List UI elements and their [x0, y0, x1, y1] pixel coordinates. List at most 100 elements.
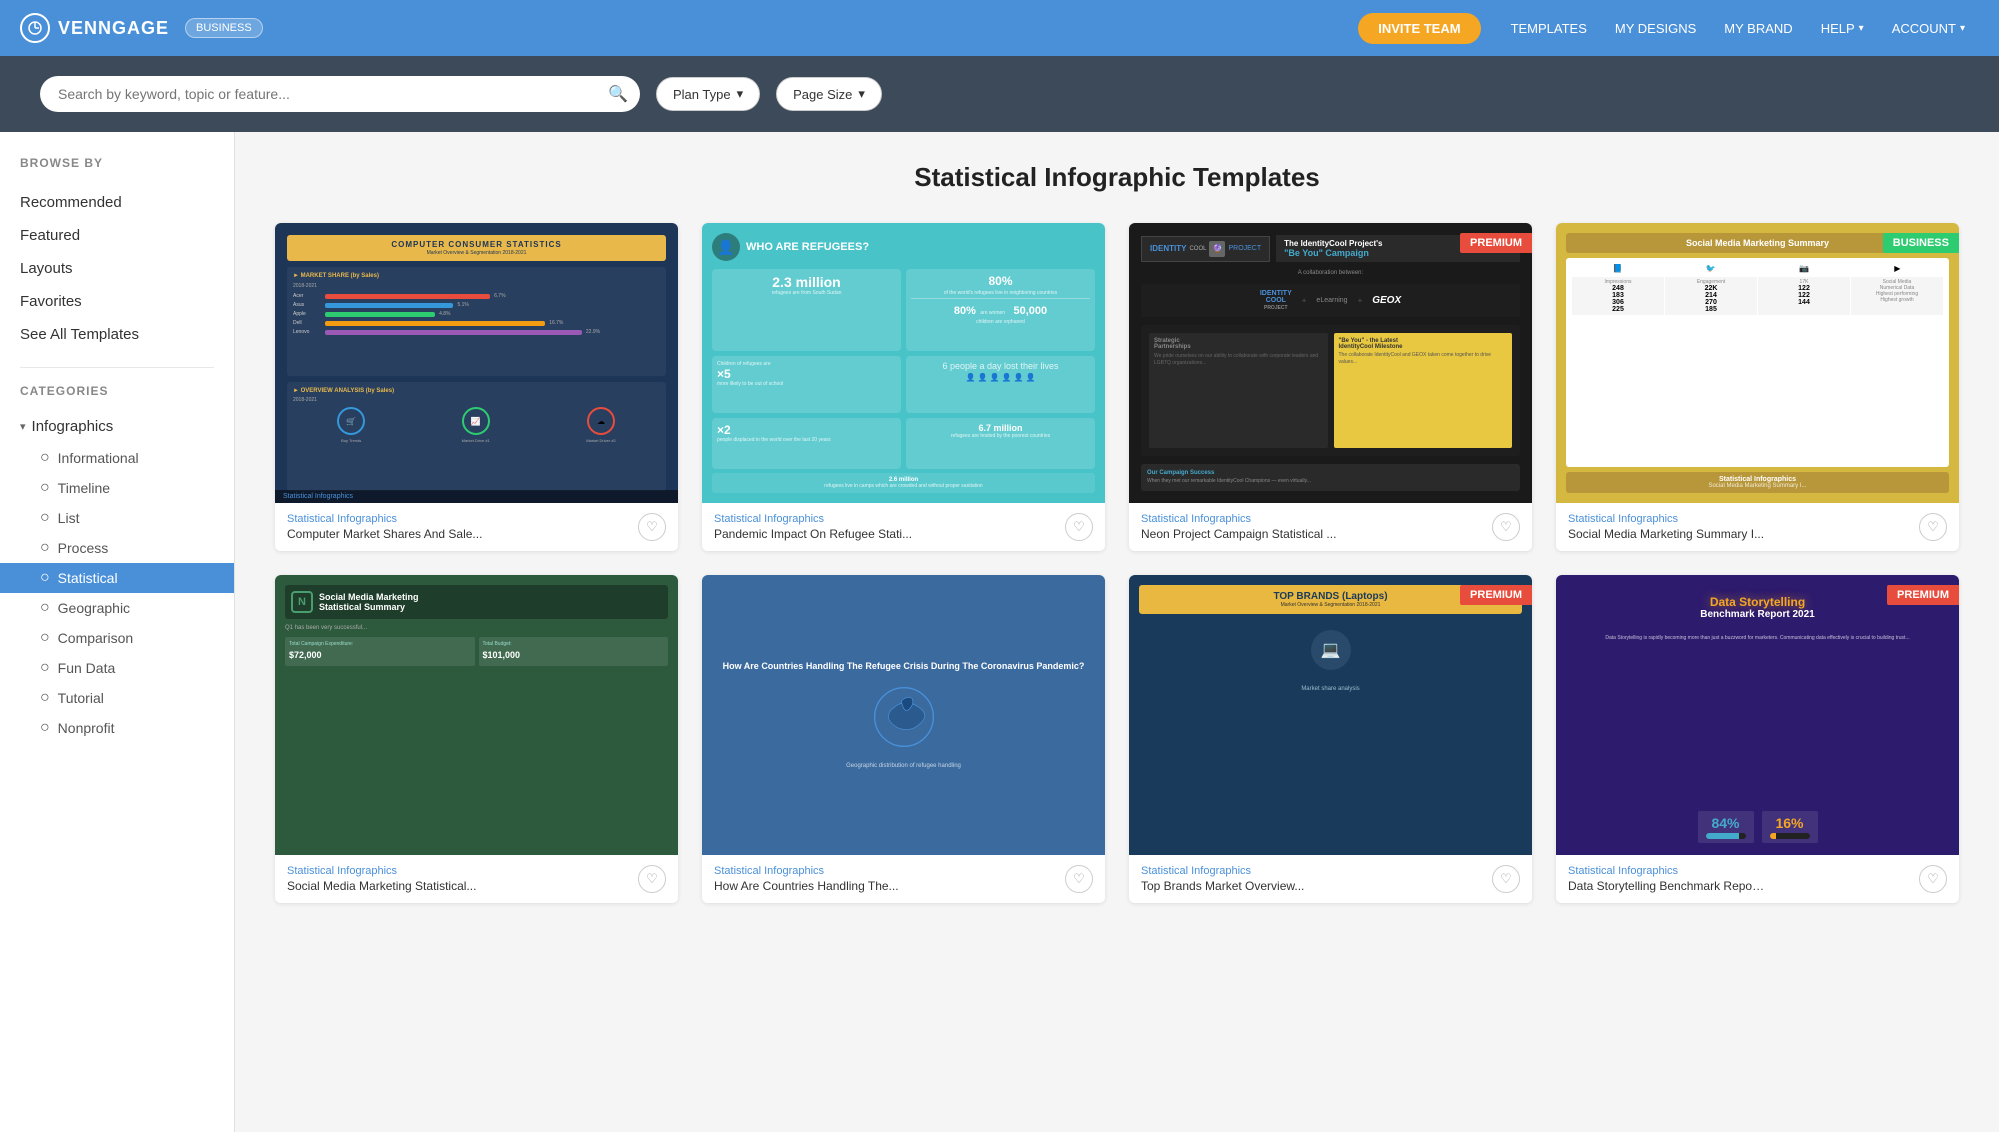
- search-input[interactable]: [40, 76, 640, 112]
- card-2-footer: Statistical Infographics Pandemic Impact…: [702, 503, 1105, 551]
- logo-text: VENNGAGE: [58, 18, 169, 39]
- sidebar-divider: [20, 367, 214, 368]
- card-1-title: Computer Market Shares And Sale...: [287, 527, 482, 541]
- header: VENNGAGE BUSINESS INVITE TEAM TEMPLATES …: [0, 0, 1999, 56]
- account-chevron-icon: ▾: [1960, 23, 1965, 34]
- invite-button[interactable]: INVITE TEAM: [1358, 13, 1480, 44]
- statistical-dot-icon: ○: [40, 570, 50, 586]
- card-6-category: Statistical Infographics: [714, 865, 899, 877]
- sidebar: BROWSE BY Recommended Featured Layouts F…: [0, 132, 235, 1132]
- list-dot-icon: ○: [40, 510, 50, 526]
- sidebar-item-layouts[interactable]: Layouts: [20, 252, 214, 285]
- category-child-fun-data[interactable]: ○ Fun Data: [20, 653, 214, 683]
- card-7-badge: PREMIUM: [1460, 585, 1532, 605]
- card-5-category: Statistical Infographics: [287, 865, 476, 877]
- card-6-title: How Are Countries Handling The...: [714, 879, 899, 893]
- card-1-category: Statistical Infographics: [287, 513, 482, 525]
- template-card-2[interactable]: 👤 WHO ARE REFUGEES? 2.3 million refugees…: [702, 223, 1105, 551]
- nonprofit-dot-icon: ○: [40, 720, 50, 736]
- template-card-5[interactable]: N Social Media MarketingStatistical Summ…: [275, 575, 678, 903]
- main-content: Statistical Infographic Templates COMPUT…: [235, 132, 1999, 1132]
- card-5-title: Social Media Marketing Statistical...: [287, 879, 476, 893]
- category-child-informational[interactable]: ○ Informational: [20, 443, 214, 473]
- card-4-footer: Statistical Infographics Social Media Ma…: [1556, 503, 1959, 551]
- template-card-7[interactable]: PREMIUM TOP BRANDS (Laptops) Market Over…: [1129, 575, 1532, 903]
- card-3-badge: PREMIUM: [1460, 233, 1532, 253]
- template-grid-row2: N Social Media MarketingStatistical Summ…: [275, 575, 1959, 903]
- sidebar-item-see-all[interactable]: See All Templates: [20, 318, 214, 351]
- search-area: 🔍 Plan Type ▾ Page Size ▾: [0, 56, 1999, 132]
- comparison-dot-icon: ○: [40, 630, 50, 646]
- main-layout: BROWSE BY Recommended Featured Layouts F…: [0, 132, 1999, 1132]
- card-8-category: Statistical Infographics: [1568, 865, 1768, 877]
- card-7-footer: Statistical Infographics Top Brands Mark…: [1129, 855, 1532, 903]
- category-child-tutorial[interactable]: ○ Tutorial: [20, 683, 214, 713]
- nav-account[interactable]: ACCOUNT ▾: [1878, 21, 1979, 36]
- infographics-chevron-icon: ▾: [20, 420, 26, 433]
- category-infographics[interactable]: ▾ Infographics: [20, 410, 214, 443]
- search-button[interactable]: 🔍: [608, 84, 628, 104]
- categories-title: CATEGORIES: [20, 384, 214, 398]
- card-6-favorite[interactable]: ♡: [1065, 865, 1093, 893]
- card-8-favorite[interactable]: ♡: [1919, 865, 1947, 893]
- timeline-dot-icon: ○: [40, 480, 50, 496]
- template-card-4[interactable]: BUSINESS Social Media Marketing Summary …: [1556, 223, 1959, 551]
- card-7-favorite[interactable]: ♡: [1492, 865, 1520, 893]
- nav-templates[interactable]: TEMPLATES: [1497, 21, 1601, 36]
- category-child-nonprofit[interactable]: ○ Nonprofit: [20, 713, 214, 743]
- card-5-favorite[interactable]: ♡: [638, 865, 666, 893]
- help-chevron-icon: ▾: [1859, 23, 1864, 34]
- card-1-favorite[interactable]: ♡: [638, 513, 666, 541]
- sidebar-item-featured[interactable]: Featured: [20, 219, 214, 252]
- card-3-favorite[interactable]: ♡: [1492, 513, 1520, 541]
- category-child-statistical[interactable]: ○ Statistical: [0, 563, 234, 593]
- card-4-favorite[interactable]: ♡: [1919, 513, 1947, 541]
- business-badge: BUSINESS: [185, 18, 263, 38]
- card-2-category: Statistical Infographics: [714, 513, 912, 525]
- card-1-footer: Statistical Infographics Computer Market…: [275, 503, 678, 551]
- nav-my-brand[interactable]: MY BRAND: [1710, 21, 1806, 36]
- card-8-footer: Statistical Infographics Data Storytelli…: [1556, 855, 1959, 903]
- template-card-8[interactable]: PREMIUM Data Storytelling Benchmark Repo…: [1556, 575, 1959, 903]
- page-title: Statistical Infographic Templates: [275, 162, 1959, 193]
- tutorial-dot-icon: ○: [40, 690, 50, 706]
- fun-data-dot-icon: ○: [40, 660, 50, 676]
- card-6-footer: Statistical Infographics How Are Countri…: [702, 855, 1105, 903]
- card-4-title: Social Media Marketing Summary I...: [1568, 527, 1764, 541]
- page-size-chevron-icon: ▾: [858, 86, 865, 102]
- process-dot-icon: ○: [40, 540, 50, 556]
- sidebar-item-favorites[interactable]: Favorites: [20, 285, 214, 318]
- geographic-dot-icon: ○: [40, 600, 50, 616]
- template-card-6[interactable]: How Are Countries Handling The Refugee C…: [702, 575, 1105, 903]
- plan-type-chevron-icon: ▾: [737, 86, 744, 102]
- sidebar-item-recommended[interactable]: Recommended: [20, 186, 214, 219]
- nav-my-designs[interactable]: MY DESIGNS: [1601, 21, 1710, 36]
- card-2-title: Pandemic Impact On Refugee Stati...: [714, 527, 912, 541]
- template-card-1[interactable]: COMPUTER CONSUMER STATISTICS Market Over…: [275, 223, 678, 551]
- category-child-geographic[interactable]: ○ Geographic: [20, 593, 214, 623]
- card-7-category: Statistical Infographics: [1141, 865, 1304, 877]
- browse-by-title: BROWSE BY: [20, 156, 214, 170]
- template-grid-row1: COMPUTER CONSUMER STATISTICS Market Over…: [275, 223, 1959, 551]
- informational-dot-icon: ○: [40, 450, 50, 466]
- category-child-process[interactable]: ○ Process: [20, 533, 214, 563]
- category-child-timeline[interactable]: ○ Timeline: [20, 473, 214, 503]
- plan-type-filter[interactable]: Plan Type ▾: [656, 77, 760, 111]
- category-child-list[interactable]: ○ List: [20, 503, 214, 533]
- card-4-badge: BUSINESS: [1883, 233, 1959, 253]
- card-8-badge: PREMIUM: [1887, 585, 1959, 605]
- card-5-footer: Statistical Infographics Social Media Ma…: [275, 855, 678, 903]
- card-7-title: Top Brands Market Overview...: [1141, 879, 1304, 893]
- card-3-category: Statistical Infographics: [1141, 513, 1336, 525]
- logo-icon: [20, 13, 50, 43]
- card-2-favorite[interactable]: ♡: [1065, 513, 1093, 541]
- card-4-category: Statistical Infographics: [1568, 513, 1764, 525]
- template-card-3[interactable]: PREMIUM IDENTITY COOL 🔮 PROJECT The Iden…: [1129, 223, 1532, 551]
- search-box: 🔍: [40, 76, 640, 112]
- page-size-filter[interactable]: Page Size ▾: [776, 77, 882, 111]
- card-3-title: Neon Project Campaign Statistical ...: [1141, 527, 1336, 541]
- category-child-comparison[interactable]: ○ Comparison: [20, 623, 214, 653]
- logo[interactable]: VENNGAGE: [20, 13, 169, 43]
- card-3-footer: Statistical Infographics Neon Project Ca…: [1129, 503, 1532, 551]
- nav-help[interactable]: HELP ▾: [1807, 21, 1878, 36]
